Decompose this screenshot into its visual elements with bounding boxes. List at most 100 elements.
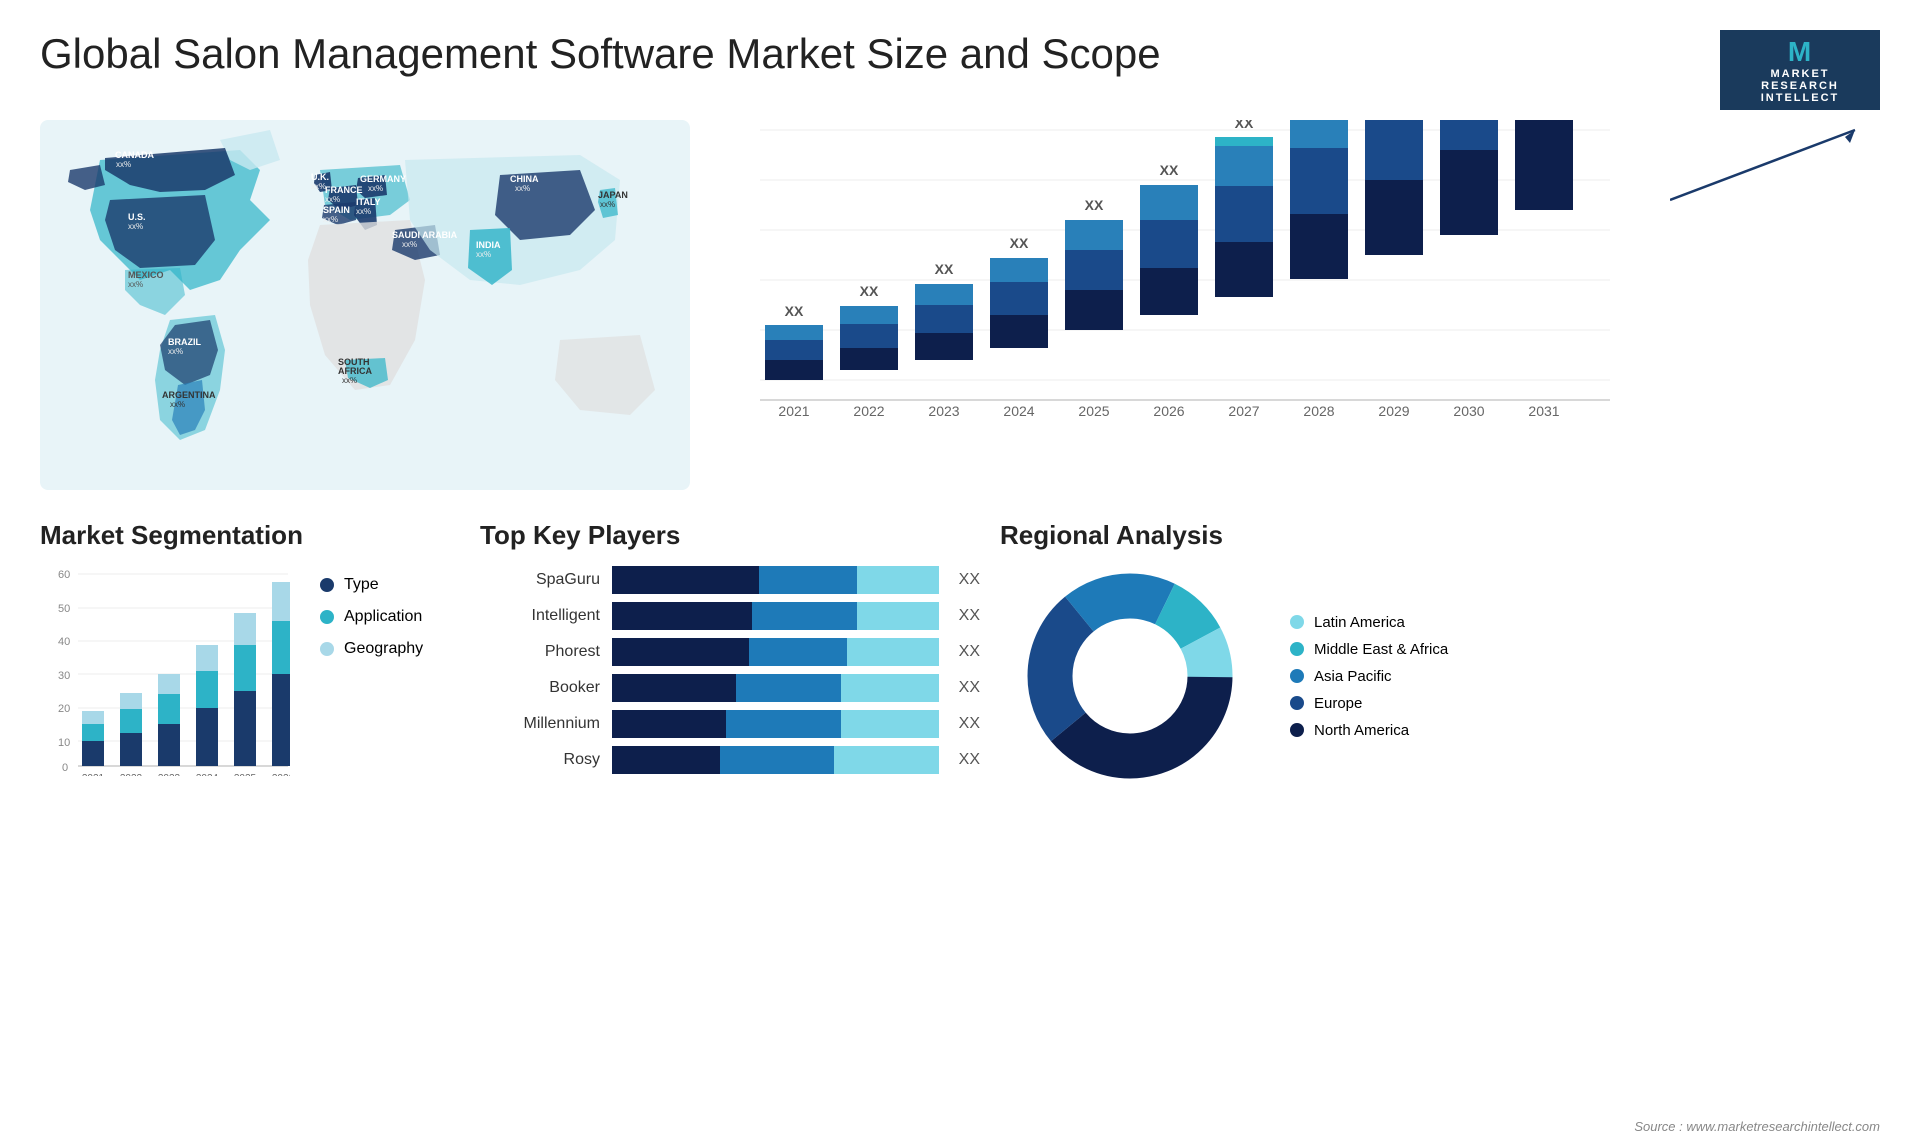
legend-europe: Europe [1290, 695, 1448, 712]
bar-seg2 [752, 602, 857, 630]
bar-seg2 [720, 746, 834, 774]
regional-section: Regional Analysis Lat [1000, 520, 1880, 786]
bar-seg1 [612, 638, 749, 666]
legend-latin-america: Latin America [1290, 614, 1448, 631]
regional-title: Regional Analysis [1000, 520, 1880, 551]
svg-text:BRAZIL: BRAZIL [168, 337, 201, 347]
player-xx-phorest: XX [959, 643, 980, 661]
latin-america-label: Latin America [1314, 614, 1405, 631]
player-row-spaguru: SpaGuru XX [480, 566, 980, 594]
application-label: Application [344, 608, 422, 626]
bar-seg3 [841, 710, 939, 738]
type-label: Type [344, 576, 379, 594]
bar-seg1 [612, 710, 726, 738]
segmentation-title: Market Segmentation [40, 520, 460, 551]
player-row-phorest: Phorest XX [480, 638, 980, 666]
svg-text:60: 60 [58, 569, 70, 581]
svg-text:xx%: xx% [342, 376, 357, 385]
donut-chart-svg [1000, 566, 1260, 786]
svg-text:50: 50 [58, 603, 70, 615]
page-title: Global Salon Management Software Market … [40, 30, 1161, 78]
player-xx-spaguru: XX [959, 571, 980, 589]
svg-text:CHINA: CHINA [510, 174, 539, 184]
key-players-section: Top Key Players SpaGuru XX Intelligent [480, 520, 980, 786]
svg-text:2025: 2025 [1078, 403, 1109, 419]
svg-text:0: 0 [62, 762, 68, 774]
bar-seg2 [759, 566, 857, 594]
svg-text:MEXICO: MEXICO [128, 270, 164, 280]
header: Global Salon Management Software Market … [0, 0, 1920, 120]
seg-chart-svg: 60 50 40 30 20 10 0 2021 [40, 566, 290, 776]
player-xx-booker: XX [959, 679, 980, 697]
bar-seg1 [612, 674, 736, 702]
player-row-rosy: Rosy XX [480, 746, 980, 774]
bars-svg: XX 2021 XX 2022 XX 2023 XX 2024 [760, 120, 1620, 450]
svg-text:2024: 2024 [196, 773, 219, 776]
map-svg: CANADA xx% U.S. xx% MEXICO xx% BRAZIL xx… [40, 120, 690, 490]
svg-text:XX: XX [860, 283, 879, 299]
svg-text:2022: 2022 [120, 773, 143, 776]
svg-text:XX: XX [1160, 162, 1179, 178]
svg-text:XX: XX [1235, 120, 1254, 131]
logo: M MARKET RESEARCH INTELLECT [1720, 30, 1880, 110]
bar-seg3 [841, 674, 939, 702]
svg-text:SAUDI ARABIA: SAUDI ARABIA [392, 230, 458, 240]
geography-label: Geography [344, 640, 423, 658]
segmentation-section: Market Segmentation 60 50 40 30 20 10 0 [40, 520, 460, 786]
player-name-spaguru: SpaGuru [480, 571, 600, 589]
svg-text:xx%: xx% [168, 347, 183, 356]
svg-text:U.S.: U.S. [128, 212, 146, 222]
legend-north-america: North America [1290, 722, 1448, 739]
logo-line2: RESEARCH [1761, 80, 1839, 92]
player-bar-millennium [612, 710, 939, 738]
svg-text:CANADA: CANADA [115, 150, 154, 160]
bar-chart-section: XX 2021 XX 2022 XX 2023 XX 2024 [690, 120, 1880, 500]
player-row-millennium: Millennium XX [480, 710, 980, 738]
svg-text:INDIA: INDIA [476, 240, 501, 250]
svg-text:2026: 2026 [1153, 403, 1184, 419]
svg-text:ARGENTINA: ARGENTINA [162, 390, 216, 400]
logo-line1: MARKET [1770, 68, 1829, 80]
middle-east-label: Middle East & Africa [1314, 641, 1448, 658]
svg-text:xx%: xx% [402, 240, 417, 249]
svg-text:JAPAN: JAPAN [598, 190, 628, 200]
svg-text:xx%: xx% [356, 207, 371, 216]
svg-text:2027: 2027 [1228, 403, 1259, 419]
player-xx-millennium: XX [959, 715, 980, 733]
svg-text:XX: XX [1010, 235, 1029, 251]
svg-text:xx%: xx% [515, 184, 530, 193]
legend-application: Application [320, 608, 423, 626]
svg-text:xx%: xx% [600, 200, 615, 209]
asia-pacific-dot [1290, 669, 1304, 683]
geography-color-dot [320, 642, 334, 656]
svg-text:2026: 2026 [272, 773, 290, 776]
legend-asia-pacific: Asia Pacific [1290, 668, 1448, 685]
svg-text:SPAIN: SPAIN [323, 205, 350, 215]
players-title: Top Key Players [480, 520, 980, 551]
bar-seg3 [847, 638, 938, 666]
svg-text:2028: 2028 [1303, 403, 1334, 419]
player-name-intelligent: Intelligent [480, 607, 600, 625]
bar-seg3 [857, 602, 939, 630]
player-row-booker: Booker XX [480, 674, 980, 702]
player-xx-intelligent: XX [959, 607, 980, 625]
application-color-dot [320, 610, 334, 624]
logo-area: M MARKET RESEARCH INTELLECT [1720, 30, 1880, 110]
svg-text:2022: 2022 [853, 403, 884, 419]
player-name-rosy: Rosy [480, 751, 600, 769]
north-america-dot [1290, 723, 1304, 737]
player-bar-intelligent [612, 602, 939, 630]
svg-text:XX: XX [785, 303, 804, 319]
source-text: Source : www.marketresearchintellect.com [1634, 1119, 1880, 1134]
svg-text:2031: 2031 [1528, 403, 1559, 419]
svg-text:xx%: xx% [116, 160, 131, 169]
svg-text:XX: XX [1085, 197, 1104, 213]
svg-text:ITALY: ITALY [356, 197, 381, 207]
svg-text:10: 10 [58, 737, 70, 749]
svg-text:FRANCE: FRANCE [325, 185, 363, 195]
player-name-phorest: Phorest [480, 643, 600, 661]
svg-text:2024: 2024 [1003, 403, 1034, 419]
svg-text:2021: 2021 [778, 403, 809, 419]
svg-text:xx%: xx% [128, 280, 143, 289]
player-xx-rosy: XX [959, 751, 980, 769]
